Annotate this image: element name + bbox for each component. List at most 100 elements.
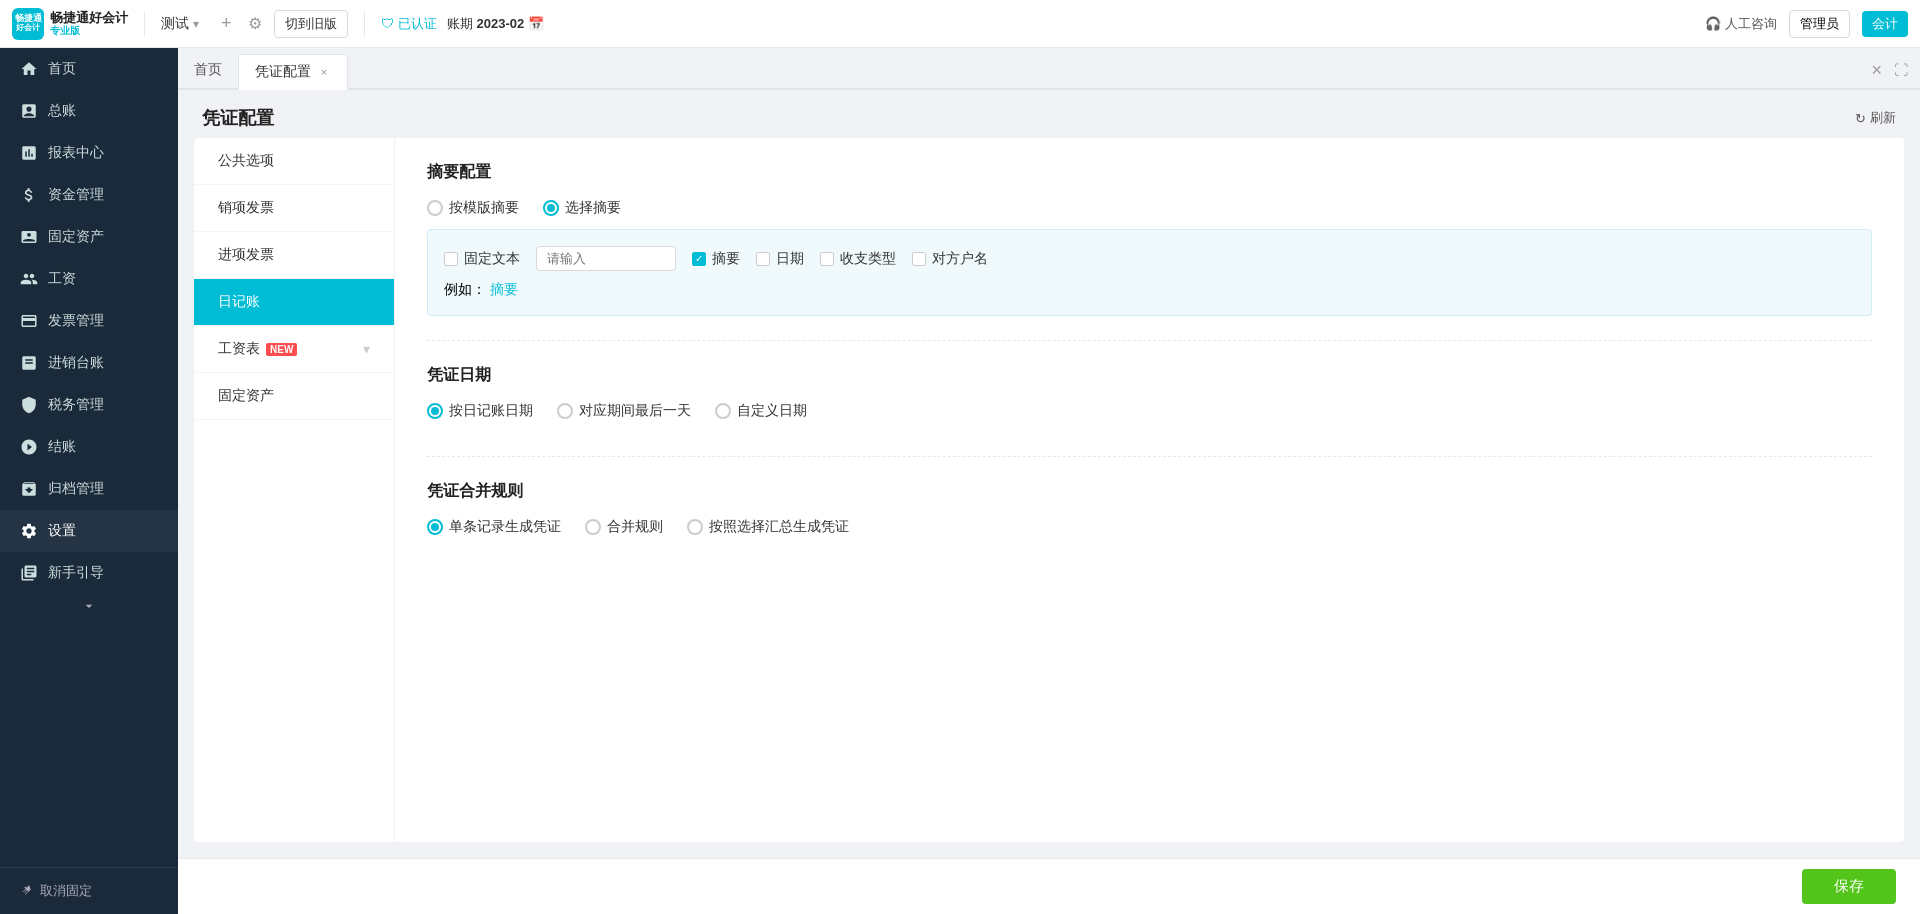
new-badge: NEW (266, 343, 297, 356)
sidebar-label-reports: 报表中心 (48, 144, 104, 162)
archive-icon (20, 480, 38, 498)
example-label: 例如： (444, 281, 486, 299)
voucher-date-radio-group: 按日记账日期 对应期间最后一天 自定义日期 (427, 402, 1872, 420)
radio-circle-select (543, 200, 559, 216)
sidebar-item-ledger[interactable]: 总账 (0, 90, 178, 132)
role-button[interactable]: 会计 (1862, 11, 1908, 37)
radio-last-day[interactable]: 对应期间最后一天 (557, 402, 691, 420)
checkbox-box-date (756, 252, 770, 266)
radio-label-custom-date: 自定义日期 (737, 402, 807, 420)
ledger-icon (20, 102, 38, 120)
tab-voucher-config[interactable]: 凭证配置 × (238, 54, 348, 90)
radio-custom-date[interactable]: 自定义日期 (715, 402, 807, 420)
sidebar-item-close-accounts[interactable]: 结账 (0, 426, 178, 468)
sidebar-item-tax[interactable]: 税务管理 (0, 384, 178, 426)
radio-merge-rules[interactable]: 合并规则 (585, 518, 663, 536)
sidebar-item-invoice[interactable]: 发票管理 (0, 300, 178, 342)
radio-select-summary[interactable]: 选择摘要 (543, 199, 621, 217)
checkbox-box-summary (692, 252, 706, 266)
checkbox-summary[interactable]: 摘要 (692, 250, 740, 268)
topbar-right: 🎧 人工咨询 管理员 会计 (1705, 10, 1908, 38)
guide-icon (20, 564, 38, 582)
left-nav-item-journal[interactable]: 日记账 (194, 279, 394, 326)
sidebar-item-sales-ledger[interactable]: 进销台账 (0, 342, 178, 384)
save-button[interactable]: 保存 (1802, 869, 1896, 904)
logo-subtext: 好会计 (15, 24, 42, 33)
sidebar-label-fixed-assets: 固定资产 (48, 228, 104, 246)
sidebar: 首页 总账 报表中心 资金管理 (0, 48, 178, 914)
checkbox-date[interactable]: 日期 (756, 250, 804, 268)
settings-button[interactable]: ⚙ (244, 12, 266, 35)
sidebar-scroll: 首页 总账 报表中心 资金管理 (0, 48, 178, 867)
calendar-icon[interactable]: 📅 (528, 16, 544, 31)
radio-by-selection[interactable]: 按照选择汇总生成凭证 (687, 518, 849, 536)
voucher-merge-radio-group: 单条记录生成凭证 合并规则 按照选择汇总生成凭证 (427, 518, 1872, 536)
section-voucher-merge: 凭证合并规则 单条记录生成凭证 合并规则 (427, 481, 1872, 572)
sidebar-item-settings[interactable]: 设置 (0, 510, 178, 552)
sidebar-item-funds[interactable]: 资金管理 (0, 174, 178, 216)
sidebar-item-reports[interactable]: 报表中心 (0, 132, 178, 174)
add-button[interactable]: + (217, 11, 236, 36)
checkbox-counterpart[interactable]: 对方户名 (912, 250, 988, 268)
tabs-right-buttons: × ⛶ (1859, 52, 1920, 88)
content-area: 首页 凭证配置 × × ⛶ 凭证配置 ↻ 刷新 (178, 48, 1920, 914)
help-button[interactable]: 🎧 人工咨询 (1705, 15, 1777, 33)
sidebar-label-payroll: 工资 (48, 270, 76, 288)
checkbox-label-fixed-text: 固定文本 (464, 250, 520, 268)
cancel-pin-label: 取消固定 (40, 882, 92, 900)
switch-version-button[interactable]: 切到旧版 (274, 10, 348, 38)
checkbox-label-counterpart: 对方户名 (932, 250, 988, 268)
refresh-button[interactable]: ↻ 刷新 (1855, 109, 1896, 127)
topbar-actions: + ⚙ 切到旧版 (217, 10, 348, 38)
radio-template-summary[interactable]: 按模版摘要 (427, 199, 519, 217)
sidebar-label-tax: 税务管理 (48, 396, 104, 414)
radio-by-journal-date[interactable]: 按日记账日期 (427, 402, 533, 420)
fixed-text-input[interactable] (536, 246, 676, 271)
tab-home[interactable]: 首页 (178, 52, 238, 88)
left-nav-item-sales-invoice[interactable]: 销项发票 (194, 185, 394, 232)
user-button[interactable]: 管理员 (1789, 10, 1850, 38)
expand-button[interactable]: ⛶ (1890, 60, 1912, 80)
left-nav-item-payroll[interactable]: 工资表 NEW ▾ (194, 326, 394, 373)
sidebar-label-settings: 设置 (48, 522, 76, 540)
tab-close-button[interactable]: × (317, 65, 331, 79)
sidebar-label-funds: 资金管理 (48, 186, 104, 204)
page-content: 凭证配置 ↻ 刷新 公共选项 销项发票 进项发票 (178, 90, 1920, 914)
checkbox-box-income-type (820, 252, 834, 266)
checkbox-label-summary: 摘要 (712, 250, 740, 268)
radio-label-last-day: 对应期间最后一天 (579, 402, 691, 420)
sidebar-scroll-down[interactable] (0, 594, 178, 618)
sidebar-item-archive[interactable]: 归档管理 (0, 468, 178, 510)
radio-single-record[interactable]: 单条记录生成凭证 (427, 518, 561, 536)
sidebar-item-home[interactable]: 首页 (0, 48, 178, 90)
sidebar-label-ledger: 总账 (48, 102, 76, 120)
summary-radio-group: 按模版摘要 选择摘要 (427, 199, 1872, 217)
close-tab-button[interactable]: × (1867, 58, 1886, 83)
left-nav-item-fixed-assets[interactable]: 固定资产 (194, 373, 394, 420)
cancel-pin-button[interactable]: 取消固定 (12, 876, 166, 906)
radio-label-merge: 合并规则 (607, 518, 663, 536)
settings-icon (20, 522, 38, 540)
company-sub: 专业版 (50, 25, 128, 37)
project-selector[interactable]: 测试 ▾ (161, 15, 199, 33)
sidebar-item-guide[interactable]: 新手引导 (0, 552, 178, 594)
left-nav-item-purchase-invoice[interactable]: 进项发票 (194, 232, 394, 279)
sidebar-item-payroll[interactable]: 工资 (0, 258, 178, 300)
left-nav: 公共选项 销项发票 进项发票 日记账 工资表 NEW (194, 138, 394, 842)
sidebar-item-fixed-assets[interactable]: 固定资产 (0, 216, 178, 258)
page-footer: 保存 (178, 858, 1920, 914)
payroll-icon (20, 270, 38, 288)
headset-icon: 🎧 (1705, 16, 1721, 31)
radio-circle-last-day (557, 403, 573, 419)
summary-config-row: 固定文本 摘要 (444, 246, 1855, 271)
radio-label-single: 单条记录生成凭证 (449, 518, 561, 536)
sidebar-label-invoice: 发票管理 (48, 312, 104, 330)
checkbox-fixed-text[interactable]: 固定文本 (444, 250, 520, 268)
period-display: 账期 2023-02 📅 (447, 15, 545, 33)
sales-ledger-icon (20, 354, 38, 372)
radio-label-select: 选择摘要 (565, 199, 621, 217)
example-value: 摘要 (490, 281, 518, 299)
left-nav-item-public[interactable]: 公共选项 (194, 138, 394, 185)
checkbox-box-fixed-text (444, 252, 458, 266)
checkbox-income-type[interactable]: 收支类型 (820, 250, 896, 268)
